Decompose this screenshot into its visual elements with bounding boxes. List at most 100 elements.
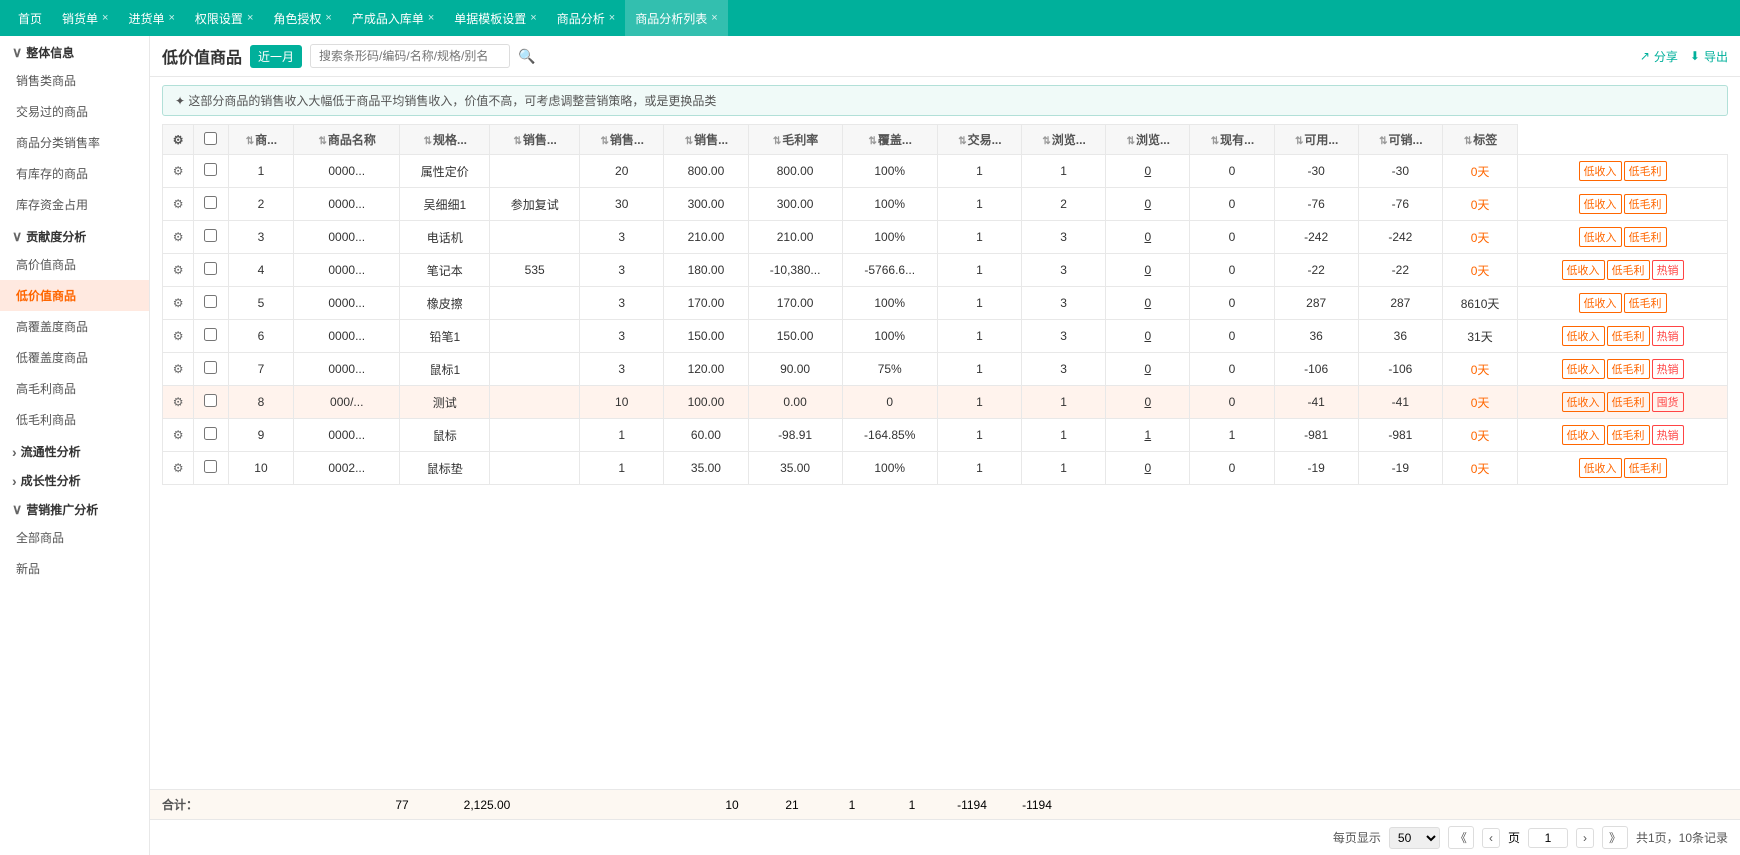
collapse-overview-icon[interactable]: ∨ — [12, 44, 22, 61]
row-checkbox-6[interactable] — [194, 353, 229, 386]
row-check-0[interactable] — [204, 163, 217, 176]
collapse-marketing-icon[interactable]: ∨ — [12, 501, 22, 518]
row-view1-1[interactable]: 0 — [1106, 188, 1190, 221]
sidebar-item-stock-fund[interactable]: 库存资金占用 — [0, 189, 149, 220]
share-button[interactable]: ↗ 分享 — [1640, 48, 1678, 65]
sidebar-item-traded[interactable]: 交易过的商品 — [0, 96, 149, 127]
nav-sales-order[interactable]: 销货单 × — [52, 0, 118, 36]
nav-close-list[interactable]: × — [711, 12, 717, 24]
row-check-4[interactable] — [204, 295, 217, 308]
sidebar-item-sales-goods[interactable]: 销售类商品 — [0, 65, 149, 96]
row-settings-9[interactable]: ⚙ — [163, 452, 194, 485]
per-page-select[interactable]: 50 100 — [1389, 827, 1440, 849]
row-checkbox-1[interactable] — [194, 188, 229, 221]
next-page-button[interactable]: › — [1576, 828, 1594, 848]
col-checkbox[interactable] — [194, 125, 229, 155]
nav-product-analysis[interactable]: 商品分析 × — [547, 0, 625, 36]
row-settings-3[interactable]: ⚙ — [163, 254, 194, 287]
table-wrapper[interactable]: ⚙ ⇅商... ⇅商品名称 ⇅规格... ⇅销售... ⇅销售... ⇅销售..… — [162, 124, 1728, 789]
sidebar-item-high-coverage[interactable]: 高覆盖度商品 — [0, 311, 149, 342]
row-settings-2[interactable]: ⚙ — [163, 221, 194, 254]
col-settings[interactable]: ⚙ — [163, 125, 194, 155]
row-saleable-9: 0天 — [1442, 452, 1517, 485]
sidebar-group-marketing[interactable]: ∨ 营销推广分析 — [0, 493, 149, 522]
row-check-3[interactable] — [204, 262, 217, 275]
nav-template-settings[interactable]: 单据模板设置 × — [444, 0, 546, 36]
row-checkbox-5[interactable] — [194, 320, 229, 353]
sidebar-group-circulation[interactable]: › 流通性分析 — [0, 435, 149, 464]
nav-product-stock[interactable]: 产成品入库单 × — [342, 0, 444, 36]
row-checkbox-2[interactable] — [194, 221, 229, 254]
search-icon[interactable]: 🔍 — [518, 48, 535, 65]
page-input[interactable] — [1528, 828, 1568, 848]
row-view1-9[interactable]: 0 — [1106, 452, 1190, 485]
nav-close-sales[interactable]: × — [102, 12, 108, 24]
sidebar-item-category-sales[interactable]: 商品分类销售率 — [0, 127, 149, 158]
footer-bar: 合计： 77 2,125.00 10 21 1 1 -1194 -1194 — [150, 789, 1740, 819]
row-view1-5[interactable]: 0 — [1106, 320, 1190, 353]
row-check-9[interactable] — [204, 460, 217, 473]
sidebar-item-low-coverage[interactable]: 低覆盖度商品 — [0, 342, 149, 373]
row-check-2[interactable] — [204, 229, 217, 242]
nav-close-perm[interactable]: × — [247, 12, 253, 24]
row-view1-8[interactable]: 1 — [1106, 419, 1190, 452]
row-settings-1[interactable]: ⚙ — [163, 188, 194, 221]
row-view1-3[interactable]: 0 — [1106, 254, 1190, 287]
sidebar-item-new-goods[interactable]: 新品 — [0, 553, 149, 584]
row-checkbox-4[interactable] — [194, 287, 229, 320]
nav-close-analysis[interactable]: × — [609, 12, 615, 24]
row-check-1[interactable] — [204, 196, 217, 209]
nav-permissions[interactable]: 权限设置 × — [185, 0, 263, 36]
row-checkbox-8[interactable] — [194, 419, 229, 452]
prev-page-button[interactable]: ‹ — [1482, 828, 1500, 848]
nav-purchase-order[interactable]: 进货单 × — [118, 0, 184, 36]
row-check-6[interactable] — [204, 361, 217, 374]
export-button[interactable]: ⬇ 导出 — [1690, 48, 1728, 65]
row-margin-3: -5766.6... — [842, 254, 937, 287]
row-settings-0[interactable]: ⚙ — [163, 155, 194, 188]
collapse-circulation-icon[interactable]: › — [12, 444, 17, 460]
row-settings-8[interactable]: ⚙ — [163, 419, 194, 452]
row-checkbox-0[interactable] — [194, 155, 229, 188]
row-check-5[interactable] — [204, 328, 217, 341]
collapse-contribution-icon[interactable]: ∨ — [12, 228, 22, 245]
nav-close-tmpl[interactable]: × — [530, 12, 536, 24]
top-nav: 首页 销货单 × 进货单 × 权限设置 × 角色授权 × 产成品入库单 × 单据… — [0, 0, 1740, 36]
nav-role-auth[interactable]: 角色授权 × — [263, 0, 341, 36]
row-view1-6[interactable]: 0 — [1106, 353, 1190, 386]
row-view1-4[interactable]: 0 — [1106, 287, 1190, 320]
select-all-checkbox[interactable] — [204, 132, 217, 145]
row-checkbox-9[interactable] — [194, 452, 229, 485]
collapse-growth-icon[interactable]: › — [12, 473, 17, 489]
search-input[interactable] — [310, 44, 510, 68]
row-settings-5[interactable]: ⚙ — [163, 320, 194, 353]
nav-close-stock[interactable]: × — [428, 12, 434, 24]
sidebar-item-all-goods[interactable]: 全部商品 — [0, 522, 149, 553]
row-check-7[interactable] — [204, 394, 217, 407]
sidebar-group-contribution[interactable]: ∨ 贡献度分析 — [0, 220, 149, 249]
sidebar-item-high-value[interactable]: 高价值商品 — [0, 249, 149, 280]
tag-低收入: 低收入 — [1562, 359, 1605, 379]
nav-product-analysis-list[interactable]: 商品分析列表 × — [625, 0, 727, 36]
row-checkbox-3[interactable] — [194, 254, 229, 287]
row-settings-6[interactable]: ⚙ — [163, 353, 194, 386]
first-page-button[interactable]: 《 — [1448, 826, 1474, 849]
time-filter-button[interactable]: 近一月 — [250, 45, 302, 68]
row-view1-7[interactable]: 0 — [1106, 386, 1190, 419]
row-checkbox-7[interactable] — [194, 386, 229, 419]
sidebar-group-growth[interactable]: › 成长性分析 — [0, 464, 149, 493]
sidebar-item-low-margin[interactable]: 低毛利商品 — [0, 404, 149, 435]
row-view1-2[interactable]: 0 — [1106, 221, 1190, 254]
sidebar-item-high-margin[interactable]: 高毛利商品 — [0, 373, 149, 404]
row-view1-0[interactable]: 0 — [1106, 155, 1190, 188]
last-page-button[interactable]: 》 — [1602, 826, 1628, 849]
sidebar-item-stock-goods[interactable]: 有库存的商品 — [0, 158, 149, 189]
row-check-8[interactable] — [204, 427, 217, 440]
nav-home[interactable]: 首页 — [8, 0, 52, 36]
row-settings-7[interactable]: ⚙ — [163, 386, 194, 419]
nav-close-purchase[interactable]: × — [168, 12, 174, 24]
sidebar-group-overview[interactable]: ∨ 整体信息 — [0, 36, 149, 65]
nav-close-role[interactable]: × — [325, 12, 331, 24]
sidebar-item-low-value[interactable]: 低价值商品 — [0, 280, 149, 311]
row-settings-4[interactable]: ⚙ — [163, 287, 194, 320]
